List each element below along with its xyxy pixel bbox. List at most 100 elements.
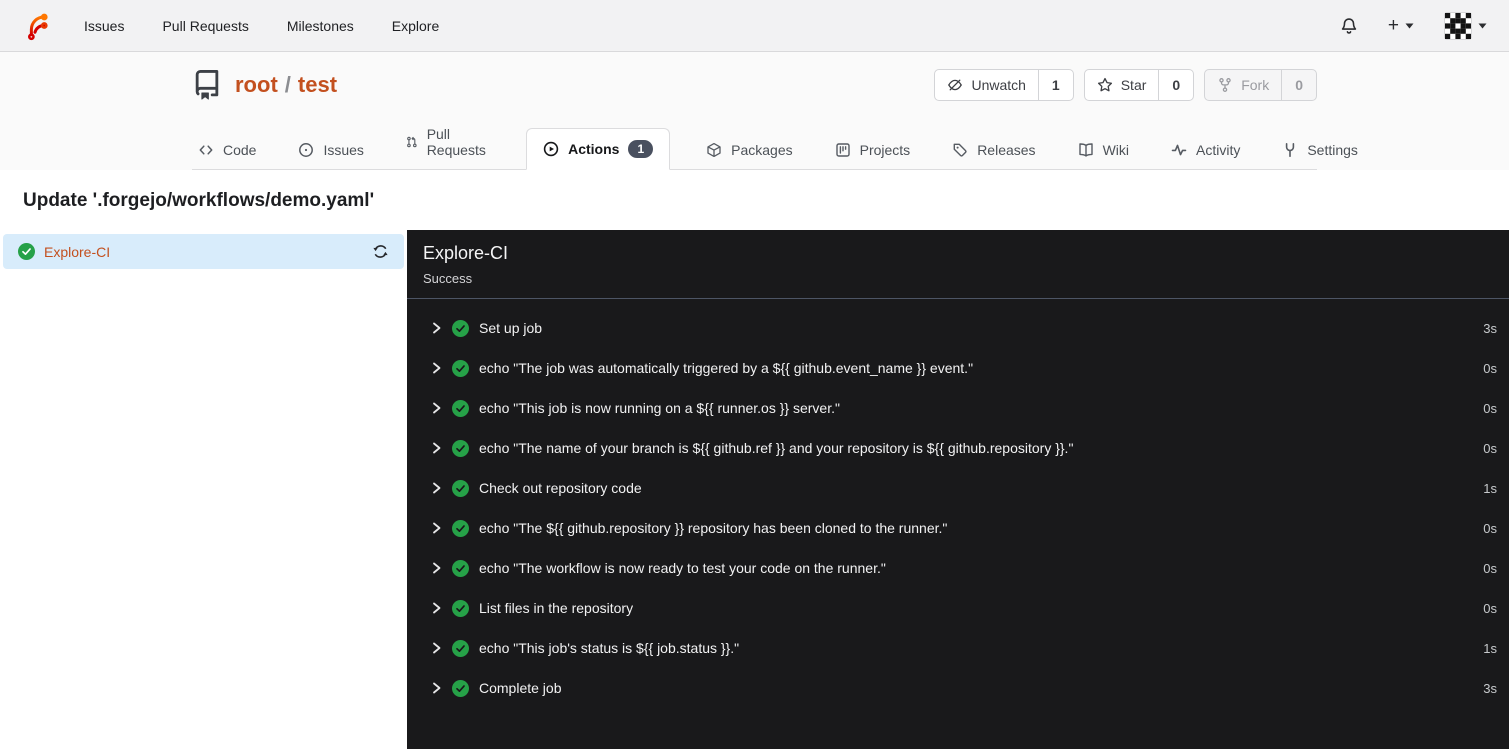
chevron-right-icon[interactable]: [431, 441, 442, 455]
chevron-right-icon[interactable]: [431, 481, 442, 495]
fork-button[interactable]: Fork: [1205, 70, 1281, 100]
watch-count[interactable]: 1: [1037, 70, 1073, 100]
step-row[interactable]: List files in the repository 0s: [431, 588, 1497, 628]
step-name: echo "The ${{ github.repository }} repos…: [479, 520, 948, 536]
step-row[interactable]: echo "This job is now running on a ${{ r…: [431, 388, 1497, 428]
step-row[interactable]: echo "The ${{ github.repository }} repos…: [431, 508, 1497, 548]
chevron-right-icon[interactable]: [431, 561, 442, 575]
step-row[interactable]: echo "The workflow is now ready to test …: [431, 548, 1497, 588]
tab-wiki[interactable]: Wiki: [1072, 131, 1135, 169]
tab-label: Releases: [977, 142, 1036, 158]
tab-settings[interactable]: Settings: [1276, 131, 1364, 169]
chevron-right-icon[interactable]: [431, 681, 442, 695]
run-panel-header: Explore-CI Success: [407, 230, 1509, 299]
tab-pull-requests[interactable]: Pull Requests: [400, 115, 496, 169]
repo-separator: /: [284, 72, 291, 97]
jobs-sidebar: Explore-CI: [0, 230, 407, 749]
tab-activity[interactable]: Activity: [1165, 131, 1246, 169]
plus-icon: +: [1387, 15, 1399, 36]
step-name: echo "The name of your branch is ${{ git…: [479, 440, 1074, 456]
repo-title: root / test: [235, 72, 337, 98]
step-row[interactable]: Check out repository code 1s: [431, 468, 1497, 508]
check-circle-icon: [452, 559, 469, 577]
book-icon: [1078, 143, 1093, 157]
tab-label: Issues: [323, 142, 364, 158]
tab-releases[interactable]: Releases: [946, 131, 1041, 169]
unwatch-button[interactable]: Unwatch: [935, 70, 1037, 100]
fork-label: Fork: [1241, 77, 1270, 93]
chevron-right-icon[interactable]: [431, 401, 442, 415]
tab-issues[interactable]: Issues: [292, 131, 369, 169]
nav-item-milestones[interactable]: Milestones: [287, 18, 354, 34]
check-circle-icon: [452, 479, 469, 497]
check-circle-icon: [452, 319, 469, 337]
forgejo-logo-icon[interactable]: [22, 11, 52, 41]
nav-item-issues[interactable]: Issues: [84, 18, 124, 34]
chevron-right-icon[interactable]: [431, 601, 442, 615]
check-circle-icon: [452, 599, 469, 617]
step-name: echo "This job's status is ${{ job.statu…: [479, 640, 740, 656]
chevron-down-icon: [1478, 23, 1487, 28]
step-row[interactable]: echo "The job was automatically triggere…: [431, 348, 1497, 388]
star-count[interactable]: 0: [1158, 70, 1193, 100]
check-circle-icon: [452, 639, 469, 657]
check-circle-icon: [452, 439, 469, 457]
chevron-right-icon[interactable]: [431, 641, 442, 655]
job-name: Explore-CI: [44, 243, 111, 260]
chevron-right-icon[interactable]: [431, 361, 442, 375]
star-icon: [1097, 77, 1112, 92]
step-duration: 1s: [1483, 640, 1497, 656]
sidebar-job-explore-ci[interactable]: Explore-CI: [3, 234, 404, 269]
step-duration: 0s: [1483, 560, 1497, 576]
bell-icon: [1341, 17, 1357, 34]
user-menu-button[interactable]: [1444, 11, 1487, 40]
steps-list: Set up job 3s echo "The job was automati…: [407, 299, 1509, 708]
tab-label: Wiki: [1102, 142, 1129, 158]
step-row[interactable]: echo "The name of your branch is ${{ git…: [431, 428, 1497, 468]
nav-item-explore[interactable]: Explore: [392, 18, 439, 34]
step-duration: 3s: [1483, 680, 1497, 696]
step-row[interactable]: Complete job 3s: [431, 668, 1497, 708]
run-layout: Explore-CI Explore-CI Success Set up job…: [0, 230, 1509, 749]
step-row[interactable]: Set up job 3s: [431, 308, 1497, 348]
tab-code[interactable]: Code: [192, 131, 262, 169]
repo-name-link[interactable]: test: [298, 72, 337, 98]
repo-header: root / test Unwatch 1 Star 0 Fork 0 Code…: [0, 52, 1509, 170]
git-fork-icon: [1219, 78, 1231, 92]
chevron-right-icon[interactable]: [431, 321, 442, 335]
create-new-button[interactable]: +: [1388, 16, 1414, 35]
step-duration: 0s: [1483, 440, 1497, 456]
chevron-right-icon[interactable]: [431, 521, 442, 535]
step-name: echo "The workflow is now ready to test …: [479, 560, 886, 576]
main-menu: Issues Pull Requests Milestones Explore: [84, 18, 439, 34]
notifications-button[interactable]: [1340, 17, 1358, 35]
run-status: Success: [423, 271, 473, 286]
tab-actions[interactable]: Actions 1: [526, 128, 671, 170]
repo-action-buttons: Unwatch 1 Star 0 Fork 0: [934, 69, 1317, 101]
fork-button-group: Fork 0: [1204, 69, 1317, 101]
package-icon: [707, 142, 721, 158]
tab-label: Projects: [859, 142, 911, 158]
check-circle-icon: [452, 679, 469, 697]
project-board-icon: [835, 143, 850, 157]
check-circle-icon: [452, 399, 469, 417]
check-circle-icon: [452, 359, 469, 377]
step-duration: 1s: [1483, 480, 1497, 496]
play-circle-icon: [543, 141, 559, 157]
step-name: Complete job: [479, 680, 562, 696]
tab-label: Code: [223, 142, 257, 158]
navbar-right: +: [1340, 11, 1487, 40]
repo-owner-link[interactable]: root: [235, 72, 278, 98]
tab-label: Settings: [1307, 142, 1358, 158]
issue-opened-icon: [299, 143, 314, 157]
tab-label: Actions: [568, 141, 620, 157]
refresh-icon[interactable]: [372, 243, 389, 260]
step-row[interactable]: echo "This job's status is ${{ job.statu…: [431, 628, 1497, 668]
step-duration: 0s: [1483, 600, 1497, 616]
nav-item-pull-requests[interactable]: Pull Requests: [162, 18, 248, 34]
fork-count[interactable]: 0: [1281, 70, 1316, 100]
tab-label: Packages: [731, 142, 793, 158]
tab-packages[interactable]: Packages: [700, 131, 798, 169]
tab-projects[interactable]: Projects: [829, 131, 917, 169]
star-button[interactable]: Star: [1085, 70, 1159, 100]
